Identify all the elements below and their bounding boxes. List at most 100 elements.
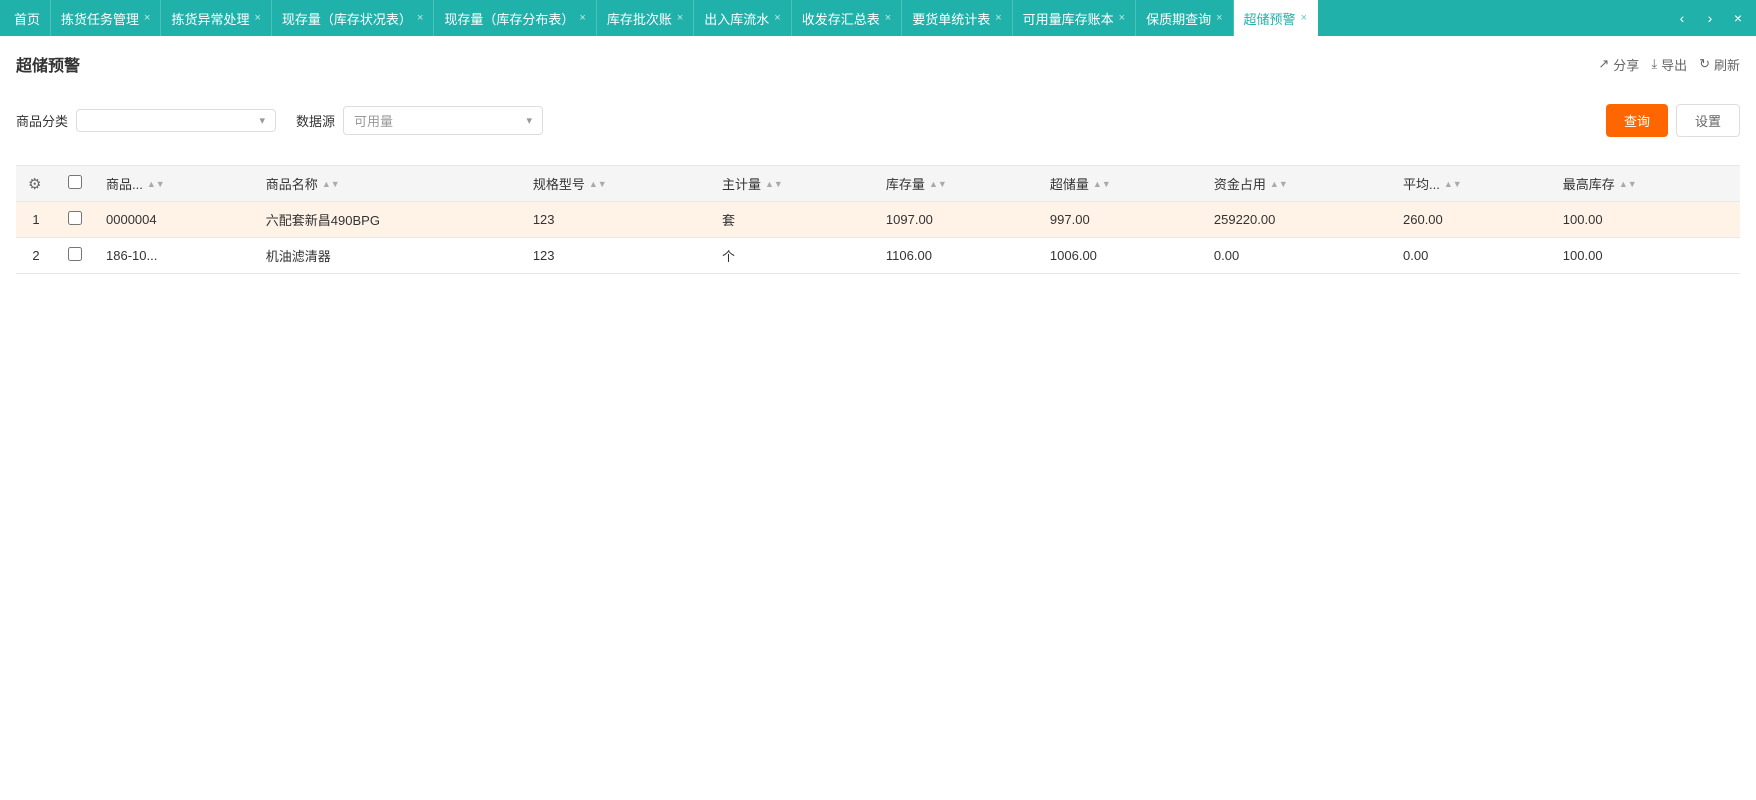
row-unit: 个 [710, 238, 874, 274]
page-header: 超储预警 ↗ 分享 ⤓ 导出 ↻ 刷新 [16, 52, 1740, 76]
data-table: ⚙ 商品... ▲▼ 商品名称 ▲▼ [16, 165, 1740, 274]
table-row: 1 0000004 六配套新昌490BPG 123 套 1097.00 997.… [16, 202, 1740, 238]
close-icon[interactable]: × [144, 12, 150, 24]
table-th-checkbox [56, 166, 94, 202]
nav-tab-overstock[interactable]: 超储预警 × [1234, 0, 1318, 36]
nav-tab-batch-account[interactable]: 库存批次账 × [597, 0, 694, 36]
sort-icon: ▲▼ [929, 179, 947, 189]
close-icon[interactable]: × [1216, 12, 1222, 24]
row-checkbox-cell [56, 202, 94, 238]
nav-tab-pick-abnormal[interactable]: 拣货异常处理 × [161, 0, 271, 36]
sort-icon: ▲▼ [765, 179, 783, 189]
row-unit: 套 [710, 202, 874, 238]
category-filter-item: 商品分类 ▾ [16, 109, 276, 132]
nav-tab-pick-task[interactable]: 拣货任务管理 × [51, 0, 161, 36]
export-button[interactable]: ⤓ 导出 [1651, 55, 1687, 74]
share-icon: ↗ [1598, 56, 1609, 72]
table-header-row: ⚙ 商品... ▲▼ 商品名称 ▲▼ [16, 166, 1740, 202]
row-avg: 0.00 [1391, 238, 1551, 274]
table-th-product-code[interactable]: 商品... ▲▼ [94, 166, 254, 202]
nav-tab-order-stat[interactable]: 要货单统计表 × [902, 0, 1012, 36]
nav-next-button[interactable]: › [1696, 0, 1724, 36]
table-th-product-name[interactable]: 商品名称 ▲▼ [254, 166, 521, 202]
table-th-over-qty[interactable]: 超储量 ▲▼ [1038, 166, 1202, 202]
row-product-code: 186-10... [94, 238, 254, 274]
row-num: 1 [16, 202, 56, 238]
close-icon[interactable]: × [677, 12, 683, 24]
row-max-stock: 100.00 [1551, 202, 1740, 238]
query-button[interactable]: 查询 [1606, 104, 1668, 137]
sort-icon: ▲▼ [1444, 179, 1462, 189]
row-checkbox-cell [56, 238, 94, 274]
row-checkbox[interactable] [68, 211, 82, 225]
export-icon: ⤓ [1651, 56, 1657, 72]
row-spec: 123 [521, 202, 710, 238]
datasource-label: 数据源 [296, 111, 335, 130]
refresh-button[interactable]: ↻ 刷新 [1699, 55, 1740, 74]
close-icon[interactable]: × [995, 12, 1001, 24]
refresh-icon: ↻ [1699, 56, 1710, 72]
sort-icon: ▲▼ [1619, 179, 1637, 189]
row-capital: 0.00 [1202, 238, 1391, 274]
table-row: 2 186-10... 机油滤清器 123 个 1106.00 1006.00 … [16, 238, 1740, 274]
nav-tab-avail-stock[interactable]: 可用量库存账本 × [1013, 0, 1136, 36]
chevron-down-icon: ▾ [527, 114, 533, 127]
nav-tab-home[interactable]: 首页 [4, 0, 51, 36]
table-th-stock-qty[interactable]: 库存量 ▲▼ [874, 166, 1038, 202]
row-capital: 259220.00 [1202, 202, 1391, 238]
datasource-select-value: 可用量 [354, 111, 393, 130]
nav-prev-button[interactable]: ‹ [1668, 0, 1696, 36]
row-product-name: 机油滤清器 [254, 238, 521, 274]
table-th-max-stock[interactable]: 最高库存 ▲▼ [1551, 166, 1740, 202]
share-button[interactable]: ↗ 分享 [1598, 55, 1639, 74]
gear-icon[interactable]: ⚙ [28, 176, 41, 193]
sort-icon: ▲▼ [147, 179, 165, 189]
datasource-select[interactable]: 可用量 ▾ [343, 106, 543, 135]
table-th-gear: ⚙ [16, 166, 56, 202]
close-icon[interactable]: × [774, 12, 780, 24]
page-title: 超储预警 [16, 52, 80, 76]
close-icon[interactable]: × [254, 12, 260, 24]
sort-icon: ▲▼ [1270, 179, 1288, 189]
sort-icon: ▲▼ [589, 179, 607, 189]
close-icon[interactable]: × [417, 12, 423, 24]
row-avg: 260.00 [1391, 202, 1551, 238]
header-actions: ↗ 分享 ⤓ 导出 ↻ 刷新 [1598, 55, 1740, 74]
datasource-filter-item: 数据源 可用量 ▾ [296, 106, 543, 135]
row-stock-qty: 1106.00 [874, 238, 1038, 274]
main-content: 超储预警 ↗ 分享 ⤓ 导出 ↻ 刷新 商品分类 ▾ 数据源 [0, 36, 1756, 800]
category-label: 商品分类 [16, 111, 68, 130]
nav-tab-stock-status[interactable]: 现存量（库存状况表） × [272, 0, 434, 36]
sort-icon: ▲▼ [322, 179, 340, 189]
nav-arrows: ‹ › × [1668, 0, 1752, 36]
settings-button[interactable]: 设置 [1676, 104, 1740, 137]
row-num: 2 [16, 238, 56, 274]
nav-more-button[interactable]: × [1724, 0, 1752, 36]
row-product-name: 六配套新昌490BPG [254, 202, 521, 238]
category-select[interactable]: ▾ [76, 109, 276, 132]
close-icon[interactable]: × [885, 12, 891, 24]
nav-tab-shelf-life[interactable]: 保质期查询 × [1136, 0, 1233, 36]
nav-tab-stock-dist[interactable]: 现存量（库存分布表） × [434, 0, 596, 36]
top-navigation: 首页 拣货任务管理 × 拣货异常处理 × 现存量（库存状况表） × 现存量（库存… [0, 0, 1756, 36]
nav-tab-inout-flow[interactable]: 出入库流水 × [694, 0, 791, 36]
chevron-down-icon: ▾ [259, 114, 265, 127]
row-over-qty: 1006.00 [1038, 238, 1202, 274]
filter-bar: 商品分类 ▾ 数据源 可用量 ▾ 查询 设置 [16, 92, 1740, 149]
table-th-spec[interactable]: 规格型号 ▲▼ [521, 166, 710, 202]
row-checkbox[interactable] [68, 247, 82, 261]
close-icon[interactable]: × [579, 12, 585, 24]
table-th-avg[interactable]: 平均... ▲▼ [1391, 166, 1551, 202]
filter-actions: 查询 设置 [1606, 104, 1740, 137]
select-all-checkbox[interactable] [68, 175, 82, 189]
row-stock-qty: 1097.00 [874, 202, 1038, 238]
row-over-qty: 997.00 [1038, 202, 1202, 238]
sort-icon: ▲▼ [1093, 179, 1111, 189]
table-th-unit[interactable]: 主计量 ▲▼ [710, 166, 874, 202]
row-max-stock: 100.00 [1551, 238, 1740, 274]
row-product-code: 0000004 [94, 202, 254, 238]
close-icon[interactable]: × [1119, 12, 1125, 24]
table-th-capital[interactable]: 资金占用 ▲▼ [1202, 166, 1391, 202]
close-icon[interactable]: × [1301, 12, 1307, 24]
nav-tab-recv-send[interactable]: 收发存汇总表 × [792, 0, 902, 36]
